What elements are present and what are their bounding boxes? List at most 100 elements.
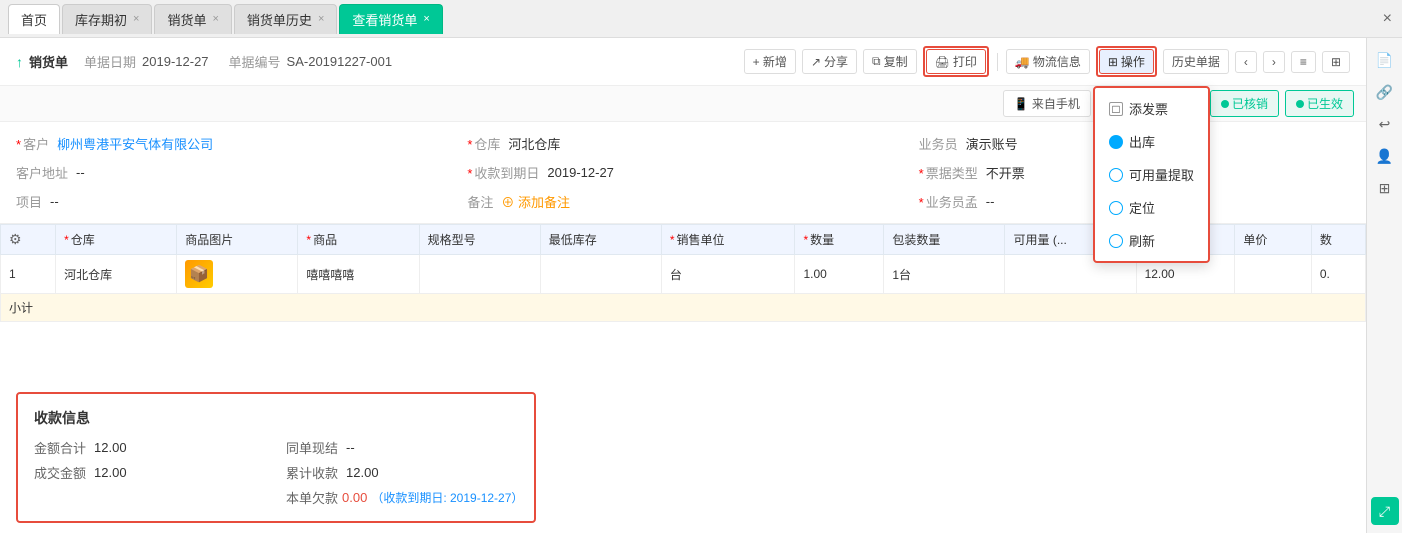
payment-section: 收款信息 金额合计 12.00 同单现结 -- 成交金额 12.00 xyxy=(16,392,536,523)
operator-label: 业务员 xyxy=(919,134,958,153)
cumulative-label: 累计收款 xyxy=(286,463,338,482)
effective-button[interactable]: 已生效 xyxy=(1285,90,1354,117)
plus-icon: ⊕ xyxy=(501,195,514,210)
row-product: 嘻嘻嘻嘻 xyxy=(298,255,419,294)
circle-icon xyxy=(1109,135,1123,149)
view-list-button[interactable]: ≡ xyxy=(1291,51,1316,73)
new-button[interactable]: + 新增 xyxy=(744,49,796,74)
no-value: SA-20191227-001 xyxy=(287,54,393,69)
project-value: -- xyxy=(50,194,59,209)
sidebar-user-icon[interactable]: 👤 xyxy=(1371,142,1399,170)
cancel-sale-button[interactable]: 已核销 xyxy=(1210,90,1279,117)
row-warehouse: 河北仓库 xyxy=(56,255,177,294)
due-date-value: 2019-12-27 xyxy=(547,165,614,180)
toolbar-sep-1 xyxy=(997,53,998,71)
due-date-note: （收款到期日: 2019-12-27） xyxy=(371,489,518,506)
payment-grid: 金额合计 12.00 同单现结 -- 成交金额 12.00 累计收款 12.00 xyxy=(34,438,518,507)
col-warehouse: 仓库 xyxy=(56,225,177,255)
tab-sales-order[interactable]: 销货单 × xyxy=(154,4,231,34)
circle-empty-icon xyxy=(1109,168,1123,182)
copy-button[interactable]: ⧉ 复制 xyxy=(863,49,917,74)
operator-value: 演示账号 xyxy=(966,134,1018,153)
truck-icon: 🚚 xyxy=(1015,55,1030,69)
product-image: 📦 xyxy=(185,260,213,288)
tab-inventory-init[interactable]: 库存期初 × xyxy=(62,4,152,34)
col-img: 商品图片 xyxy=(177,225,298,255)
from-phone-button[interactable]: 📱 来自手机 xyxy=(1003,90,1091,117)
address-value: -- xyxy=(76,165,85,180)
deal-amount-row: 成交金额 12.00 xyxy=(34,463,266,482)
dropdown-available-qty[interactable]: 可用量提取 xyxy=(1095,158,1208,191)
due-date-label: 收款到期日 xyxy=(467,163,539,182)
customer-label: 客户 xyxy=(16,134,49,153)
tab-sales-history-close[interactable]: × xyxy=(318,13,324,25)
print-highlight: 🖨 打印 xyxy=(923,46,989,77)
sidebar-grid-icon[interactable]: ⊞ xyxy=(1371,174,1399,202)
operation-button[interactable]: ⊞ 操作 xyxy=(1099,49,1154,74)
window-close[interactable]: × xyxy=(1383,10,1392,28)
doc-title-text: 销货单 xyxy=(29,52,68,71)
customer-value[interactable]: 柳州粤港平安气体有限公司 xyxy=(57,134,213,153)
warehouse-label: 仓库 xyxy=(467,134,500,153)
refresh-icon xyxy=(1109,234,1123,248)
row-qty: 1.00 xyxy=(795,255,884,294)
address-label: 客户地址 xyxy=(16,163,68,182)
logistics-button[interactable]: 🚚 物流信息 xyxy=(1006,49,1090,74)
col-pack-qty: 包装数量 xyxy=(884,225,1005,255)
nav-next-button[interactable]: › xyxy=(1263,51,1285,73)
sidebar-link-icon[interactable]: 🔗 xyxy=(1371,78,1399,106)
sidebar-doc-icon[interactable]: 📄 xyxy=(1371,46,1399,74)
dropdown-add-invoice[interactable]: □ 添发票 xyxy=(1095,92,1208,125)
cumulative-value: 12.00 xyxy=(346,465,379,480)
project-label: 项目 xyxy=(16,192,42,211)
subtotal-label: 小计 xyxy=(1,294,1366,322)
note-label: 备注 xyxy=(467,192,493,211)
tab-sales-history[interactable]: 销货单历史 × xyxy=(234,4,337,34)
tab-view-sales-close[interactable]: × xyxy=(423,13,429,25)
operation-highlight: ⊞ 操作 xyxy=(1096,46,1157,77)
row-spec xyxy=(419,255,540,294)
view-grid-button[interactable]: ⊞ xyxy=(1322,51,1350,73)
row-unit: 台 xyxy=(661,255,795,294)
tab-bar: 首页 库存期初 × 销货单 × 销货单历史 × 查看销货单 × × xyxy=(0,0,1402,38)
amount-label: 金额合计 xyxy=(34,438,86,457)
copy-icon: ⧉ xyxy=(872,54,881,69)
customer-field: 客户 柳州粤港平安气体有限公司 xyxy=(16,134,447,153)
owed-value: 0.00 xyxy=(342,490,367,505)
col-other: 数 xyxy=(1311,225,1365,255)
doc-header: ↑ 销货单 单据日期 2019-12-27 单据编号 SA-20191227-0… xyxy=(0,38,1366,86)
dropdown-outbound[interactable]: 出库 xyxy=(1095,125,1208,158)
note-add-button[interactable]: ⊕ 添加备注 xyxy=(501,192,570,211)
sidebar-return-icon[interactable]: ↩ xyxy=(1371,110,1399,138)
owed-label: 本单欠款 xyxy=(286,488,338,507)
col-unit: 销售单位 xyxy=(661,225,795,255)
nav-prev-button[interactable]: ‹ xyxy=(1235,51,1257,73)
doc-meta: 单据日期 2019-12-27 单据编号 SA-20191227-001 xyxy=(84,52,392,71)
project-field: 项目 -- xyxy=(16,192,447,211)
share-button[interactable]: ↗ 分享 xyxy=(802,49,857,74)
subtotal-row: 小计 xyxy=(1,294,1366,322)
note-field: 备注 ⊕ 添加备注 xyxy=(467,192,898,211)
dropdown-locate[interactable]: 定位 xyxy=(1095,191,1208,224)
history-button[interactable]: 历史单据 xyxy=(1163,49,1229,74)
warehouse-field: 仓库 河北仓库 xyxy=(467,134,898,153)
date-value: 2019-12-27 xyxy=(142,54,209,69)
payment-title: 收款信息 xyxy=(34,408,518,428)
operation-dropdown: □ 添发票 出库 可用量提取 定位 xyxy=(1093,86,1210,263)
col-qty: 数量 xyxy=(795,225,884,255)
sidebar-expand-icon[interactable]: ⤢ xyxy=(1371,497,1399,525)
dropdown-refresh[interactable]: 刷新 xyxy=(1095,224,1208,257)
tab-home[interactable]: 首页 xyxy=(8,4,60,34)
col-price: 单价 xyxy=(1235,225,1311,255)
row-min-stock xyxy=(540,255,661,294)
tab-inventory-init-close[interactable]: × xyxy=(133,13,139,25)
print-button[interactable]: 🖨 打印 xyxy=(926,49,986,74)
tab-view-sales[interactable]: 查看销货单 × xyxy=(339,4,442,34)
col-min-stock: 最低库存 xyxy=(540,225,661,255)
col-settings[interactable]: ⚙ xyxy=(1,225,56,255)
doc-no-field: 单据编号 SA-20191227-001 xyxy=(229,52,393,71)
square-icon: □ xyxy=(1109,102,1123,116)
cumulative-row: 累计收款 12.00 xyxy=(286,463,518,482)
tab-sales-order-close[interactable]: × xyxy=(212,13,218,25)
deal-amount-label: 成交金额 xyxy=(34,463,86,482)
